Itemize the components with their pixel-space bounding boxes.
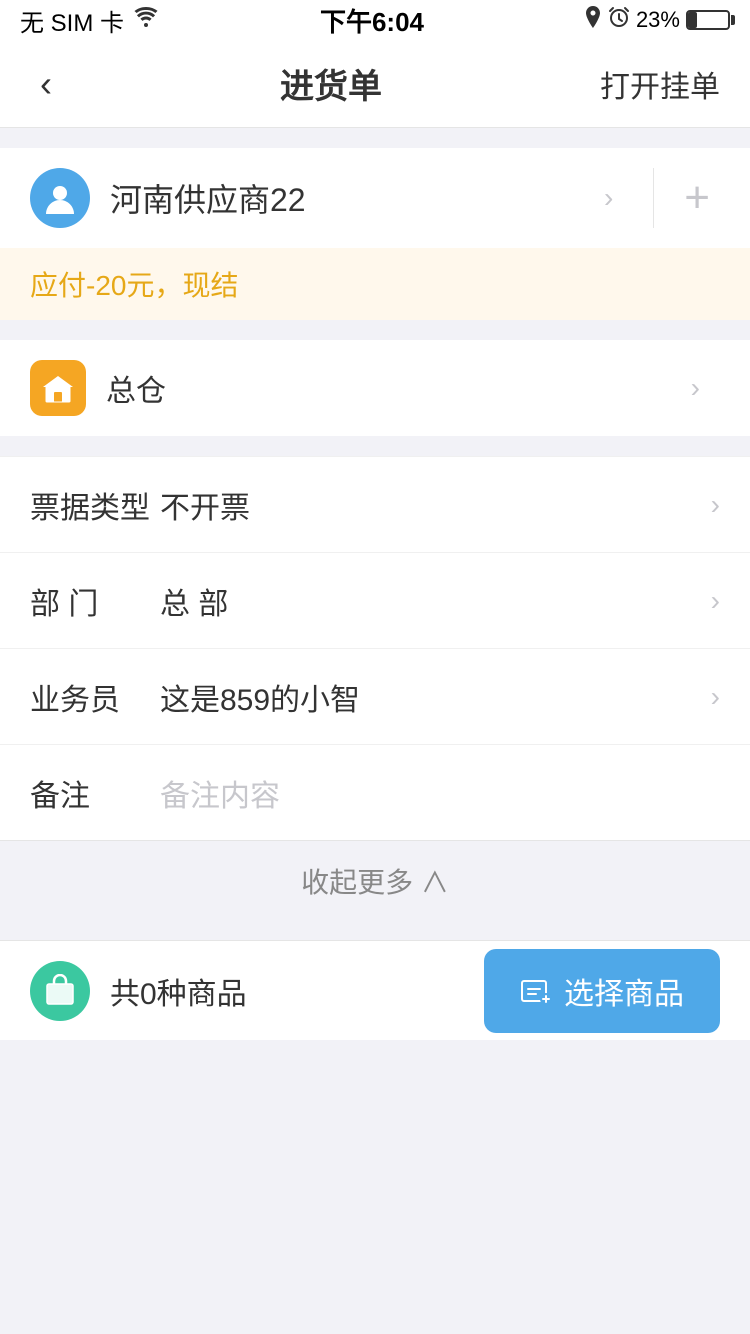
remark-label: 备注 bbox=[30, 771, 150, 815]
alarm-icon bbox=[608, 6, 630, 34]
product-count-label: 共0种商品 bbox=[110, 969, 484, 1013]
time-label: 下午6:04 bbox=[320, 2, 424, 39]
product-icon bbox=[43, 974, 77, 1008]
warehouse-section[interactable]: 总仓 › bbox=[0, 340, 750, 436]
product-icon-wrap bbox=[30, 961, 90, 1021]
top-divider bbox=[0, 128, 750, 148]
invoice-type-chevron: › bbox=[711, 489, 720, 521]
warehouse-icon bbox=[42, 372, 74, 404]
salesperson-value: 这是859的小智 bbox=[150, 675, 711, 719]
collapse-label: 收起更多 ∧ bbox=[301, 861, 449, 901]
select-product-label: 选择商品 bbox=[564, 969, 684, 1013]
person-icon bbox=[42, 180, 78, 216]
supplier-avatar bbox=[30, 168, 90, 228]
supplier-row[interactable]: 河南供应商22 › + bbox=[0, 148, 750, 248]
collapse-toggle[interactable]: 收起更多 ∧ bbox=[0, 840, 750, 920]
gray-fill-area bbox=[0, 1040, 750, 1330]
carrier-label: 无 SIM 卡 bbox=[20, 3, 124, 38]
remark-placeholder[interactable]: 备注内容 bbox=[150, 771, 720, 815]
form-section: 票据类型 不开票 › 部 门 总 部 › 业务员 这是859的小智 › 备注 备… bbox=[0, 456, 750, 920]
notice-banner: 应付-20元，现结 bbox=[0, 248, 750, 320]
select-product-icon bbox=[520, 975, 552, 1007]
status-bar: 无 SIM 卡 下午6:04 23% bbox=[0, 0, 750, 40]
status-right: 23% bbox=[584, 6, 730, 34]
department-chevron: › bbox=[711, 585, 720, 617]
wifi-icon bbox=[132, 6, 160, 34]
salesperson-label: 业务员 bbox=[30, 675, 150, 719]
invoice-type-label: 票据类型 bbox=[30, 483, 150, 527]
supplier-section: 河南供应商22 › + 应付-20元，现结 bbox=[0, 148, 750, 320]
bottom-bar: 共0种商品 选择商品 bbox=[0, 940, 750, 1040]
salesperson-chevron: › bbox=[711, 681, 720, 713]
salesperson-row[interactable]: 业务员 这是859的小智 › bbox=[0, 648, 750, 744]
middle-divider-2 bbox=[0, 436, 750, 456]
supplier-name: 河南供应商22 bbox=[110, 175, 604, 221]
remark-row[interactable]: 备注 备注内容 bbox=[0, 744, 750, 840]
warehouse-icon-wrap bbox=[30, 360, 86, 416]
location-icon bbox=[584, 6, 602, 34]
battery-percentage: 23% bbox=[636, 7, 680, 33]
open-pending-button[interactable]: 打开挂单 bbox=[600, 62, 720, 106]
department-row[interactable]: 部 门 总 部 › bbox=[0, 552, 750, 648]
status-left: 无 SIM 卡 bbox=[20, 3, 160, 38]
warehouse-name: 总仓 bbox=[106, 366, 691, 410]
department-label: 部 门 bbox=[30, 579, 150, 623]
warehouse-row[interactable]: 总仓 › bbox=[0, 340, 750, 436]
nav-bar: ‹ 进货单 打开挂单 bbox=[0, 40, 750, 128]
middle-divider-1 bbox=[0, 320, 750, 340]
supplier-divider bbox=[653, 168, 654, 228]
notice-text: 应付-20元，现结 bbox=[30, 270, 238, 301]
warehouse-chevron-icon: › bbox=[691, 372, 700, 404]
department-value: 总 部 bbox=[150, 579, 711, 623]
page-title: 进货单 bbox=[280, 59, 382, 108]
invoice-type-value: 不开票 bbox=[150, 483, 711, 527]
battery-icon bbox=[686, 10, 730, 30]
add-supplier-button[interactable]: + bbox=[674, 173, 720, 223]
invoice-type-row[interactable]: 票据类型 不开票 › bbox=[0, 456, 750, 552]
back-button[interactable]: ‹ bbox=[30, 53, 62, 115]
supplier-chevron-icon: › bbox=[604, 182, 613, 214]
select-product-button[interactable]: 选择商品 bbox=[484, 949, 720, 1033]
bottom-divider bbox=[0, 920, 750, 940]
